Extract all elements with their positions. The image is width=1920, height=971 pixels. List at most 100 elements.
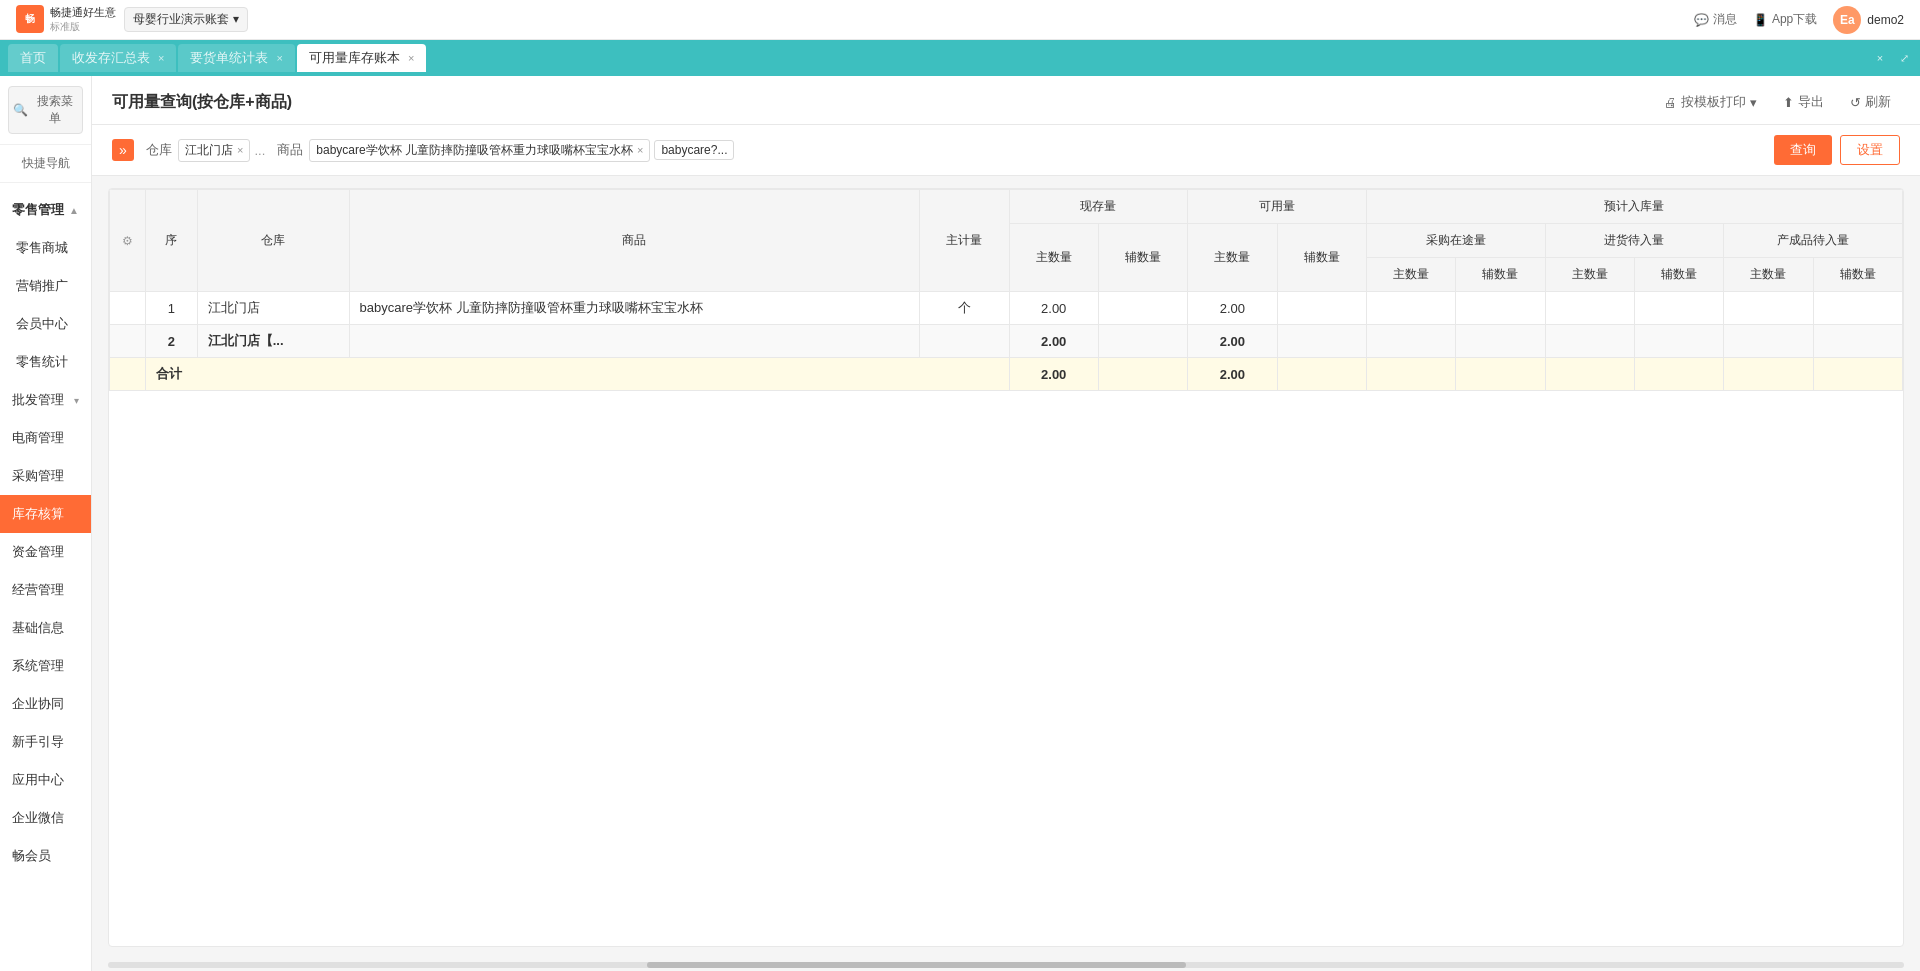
sidebar-item-retail-mall-label: 零售商城 (16, 239, 68, 257)
td-avail-aux (1277, 292, 1366, 325)
print-label: 按模板打印 (1681, 93, 1746, 111)
message-button[interactable]: 💬 消息 (1694, 11, 1737, 28)
sidebar-item-operations-label: 经营管理 (12, 581, 64, 599)
gd-avail-aux (1277, 325, 1366, 358)
logo-icon: 畅 (16, 5, 44, 33)
table-row-group: 2 江北门店【... 2.00 2.00 (110, 325, 1903, 358)
sidebar-item-finance[interactable]: 资金管理 (0, 533, 91, 571)
sidebar-item-member[interactable]: 畅会员 (0, 837, 91, 875)
sidebar-item-app-center[interactable]: 应用中心 (0, 761, 91, 799)
warehouse-tag-jiangbei[interactable]: 江北门店 × (178, 139, 250, 162)
refresh-button[interactable]: ↺ 刷新 (1841, 88, 1900, 116)
quick-nav-button[interactable]: 快捷导航 (0, 145, 91, 183)
sidebar-item-wholesale-mgmt[interactable]: 批发管理 ▾ (0, 381, 91, 419)
window-controls: × ⤢ (1872, 50, 1912, 66)
sidebar-item-inventory-label: 库存核算 (12, 505, 64, 523)
search-icon: 🔍 (13, 103, 28, 117)
th-current-stock: 现存量 (1009, 190, 1188, 224)
warehouse-filter-more[interactable]: ... (254, 143, 265, 158)
gd-no: 2 (146, 325, 198, 358)
setting-button[interactable]: 设置 (1840, 135, 1900, 165)
warehouse-filter: 仓库 江北门店 × ... (146, 139, 265, 162)
sidebar-item-basic-info[interactable]: 基础信息 (0, 609, 91, 647)
sidebar-item-operations[interactable]: 经营管理 (0, 571, 91, 609)
industry-selector[interactable]: 母婴行业演示账套 ▾ (124, 7, 248, 32)
td-current-aux (1098, 292, 1187, 325)
sidebar-item-member-label: 畅会员 (12, 847, 51, 865)
td-settings (110, 292, 146, 325)
refresh-icon: ↺ (1850, 95, 1861, 110)
sidebar-item-retail-mgmt-label: 零售管理 (12, 201, 64, 219)
product-tag-babycare[interactable]: babycare学饮杯 儿童防摔防撞吸管杯重力球吸嘴杯宝宝水杯 × (309, 139, 650, 162)
td-incoming-aux (1634, 292, 1723, 325)
gd-incoming-aux (1634, 325, 1723, 358)
window-maximize-btn[interactable]: ⤢ (1896, 50, 1912, 66)
tab-order-stats-label: 要货单统计表 (190, 49, 268, 67)
tab-order-stats[interactable]: 要货单统计表 × (178, 44, 294, 72)
sidebar-item-purchase-label: 采购管理 (12, 467, 64, 485)
user-area[interactable]: Ea demo2 (1833, 6, 1904, 34)
main-layout: 🔍 搜索菜单 快捷导航 零售管理 ▲ 零售商城 营销推广 会员中心 零售统计 (0, 76, 1920, 971)
tab-available-stock[interactable]: 可用量库存账本 × (297, 44, 426, 72)
sidebar-item-inventory[interactable]: 库存核算 (0, 495, 91, 533)
search-menu-label: 搜索菜单 (32, 93, 78, 127)
sidebar-item-member-center-label: 会员中心 (16, 315, 68, 333)
window-close-btn[interactable]: × (1872, 50, 1888, 66)
th-incoming-main: 主数量 (1545, 258, 1634, 292)
warehouse-tag-label: 江北门店 (185, 142, 233, 159)
footer-current-aux (1098, 358, 1187, 391)
search-menu-button[interactable]: 🔍 搜索菜单 (8, 86, 83, 134)
brand-name: 畅捷通好生意 (50, 5, 116, 19)
query-button[interactable]: 查询 (1774, 135, 1832, 165)
product-tag-close-icon[interactable]: × (637, 144, 643, 156)
tab-available-stock-close[interactable]: × (408, 52, 414, 64)
refresh-label: 刷新 (1865, 93, 1891, 111)
th-current-main: 主数量 (1009, 224, 1098, 292)
sidebar-item-member-center[interactable]: 会员中心 (0, 305, 91, 343)
footer-purchase-aux (1456, 358, 1545, 391)
sidebar-search-area: 🔍 搜索菜单 (0, 76, 91, 145)
sidebar-item-sys-mgmt[interactable]: 系统管理 (0, 647, 91, 685)
export-button[interactable]: ⬆ 导出 (1774, 88, 1833, 116)
sidebar-item-new-guide-label: 新手引导 (12, 733, 64, 751)
th-main-unit: 主计量 (920, 190, 1009, 292)
horizontal-scrollbar[interactable] (92, 959, 1920, 971)
gd-current-aux (1098, 325, 1187, 358)
tab-receipts[interactable]: 收发存汇总表 × (60, 44, 176, 72)
download-icon: 📱 (1753, 13, 1768, 27)
warehouse-tag-close-icon[interactable]: × (237, 144, 243, 156)
sidebar-item-retail-mall[interactable]: 零售商城 (0, 229, 91, 267)
gd-purchase-aux (1456, 325, 1545, 358)
sidebar-item-enterprise-collab[interactable]: 企业协同 (0, 685, 91, 723)
settings-icon: ⚙ (122, 234, 133, 248)
th-production: 产成品待入量 (1724, 224, 1903, 258)
tab-receipts-label: 收发存汇总表 (72, 49, 150, 67)
gd-production-aux (1813, 325, 1902, 358)
footer-purchase-main (1366, 358, 1455, 391)
sidebar-item-retail-mgmt[interactable]: 零售管理 ▲ (0, 191, 91, 229)
th-settings[interactable]: ⚙ (110, 190, 146, 292)
sidebar-item-ecommerce[interactable]: 电商管理 (0, 419, 91, 457)
sidebar-item-retail-stats[interactable]: 零售统计 (0, 343, 91, 381)
app-download-button[interactable]: 📱 App下载 (1753, 11, 1817, 28)
sidebar-item-new-guide[interactable]: 新手引导 (0, 723, 91, 761)
gd-unit (920, 325, 1009, 358)
print-icon: 🖨 (1664, 95, 1677, 110)
sidebar-item-purchase[interactable]: 采购管理 (0, 457, 91, 495)
product-tag-babycare2[interactable]: babycare?... (654, 140, 734, 160)
top-bar: 畅 畅捷通好生意 标准版 母婴行业演示账套 ▾ 💬 消息 📱 App下载 Ea … (0, 0, 1920, 40)
tab-receipts-close[interactable]: × (158, 52, 164, 64)
tab-order-stats-close[interactable]: × (276, 52, 282, 64)
download-label: App下载 (1772, 11, 1817, 28)
table-container: ⚙ 序 仓库 商品 主计量 现存量 可用量 预计入库量 主数量 辅数量 主数量 (108, 188, 1904, 947)
print-button[interactable]: 🖨 按模板打印 ▾ (1655, 88, 1766, 116)
sidebar-item-enterprise-wechat[interactable]: 企业微信 (0, 799, 91, 837)
th-no: 序 (146, 190, 198, 292)
tab-home[interactable]: 首页 (8, 44, 58, 72)
industry-chevron-icon: ▾ (233, 12, 239, 26)
th-production-aux: 辅数量 (1813, 258, 1902, 292)
gd-purchase-main (1366, 325, 1455, 358)
filter-expand-button[interactable]: » (112, 139, 134, 161)
sidebar-item-marketing[interactable]: 营销推广 (0, 267, 91, 305)
scroll-thumb[interactable] (647, 962, 1186, 968)
